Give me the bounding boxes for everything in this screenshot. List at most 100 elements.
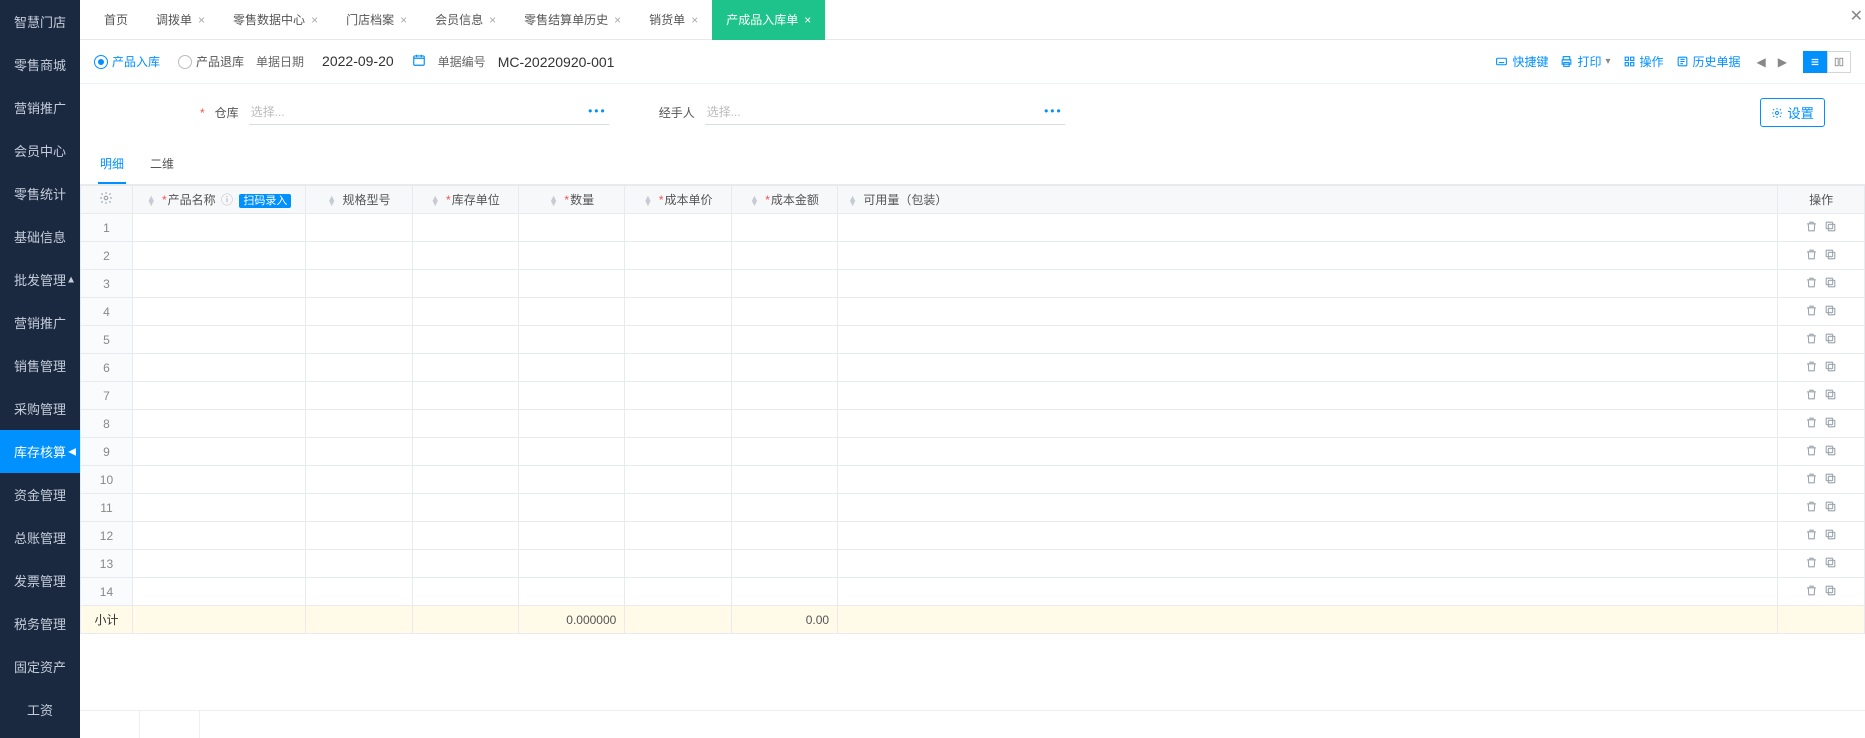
cell-price[interactable] (625, 522, 731, 550)
sidebar-item[interactable]: 税务管理 (0, 602, 80, 645)
cell-unit[interactable] (412, 354, 518, 382)
tab[interactable]: 销货单× (635, 0, 712, 40)
cell-amount[interactable] (731, 466, 837, 494)
radio-product-out[interactable]: 产品退库 (178, 53, 244, 70)
delete-row-icon[interactable] (1805, 362, 1818, 376)
cell-name[interactable] (132, 438, 305, 466)
copy-row-icon[interactable] (1824, 306, 1837, 320)
delete-row-icon[interactable] (1805, 278, 1818, 292)
cell-name[interactable] (132, 326, 305, 354)
cell-unit[interactable] (412, 242, 518, 270)
sidebar-item[interactable]: 采购管理 (0, 387, 80, 430)
cell-amount[interactable] (731, 326, 837, 354)
sidebar-item[interactable]: 营销推广 (0, 301, 80, 344)
next-doc-icon[interactable]: ▶ (1774, 53, 1791, 71)
cell-unit[interactable] (412, 578, 518, 606)
cell-amount[interactable] (731, 214, 837, 242)
cell-qty[interactable] (518, 494, 624, 522)
delete-row-icon[interactable] (1805, 502, 1818, 516)
copy-row-icon[interactable] (1824, 390, 1837, 404)
copy-row-icon[interactable] (1824, 362, 1837, 376)
scan-badge[interactable]: 扫码录入 (239, 194, 291, 208)
date-value[interactable]: 2022-09-20 (316, 53, 400, 70)
sidebar-item[interactable]: 营销推广 (0, 86, 80, 129)
delete-row-icon[interactable] (1805, 418, 1818, 432)
view-list-button[interactable] (1803, 51, 1827, 73)
copy-row-icon[interactable] (1824, 446, 1837, 460)
cell-unit[interactable] (412, 550, 518, 578)
copy-row-icon[interactable] (1824, 502, 1837, 516)
table-row[interactable]: 7 (81, 382, 1865, 410)
cell-name[interactable] (132, 494, 305, 522)
cell-name[interactable] (132, 466, 305, 494)
warehouse-select[interactable]: 选择... ••• (249, 101, 609, 125)
cell-qty[interactable] (518, 438, 624, 466)
cell-unit[interactable] (412, 270, 518, 298)
cell-spec[interactable] (306, 410, 412, 438)
cell-price[interactable] (625, 270, 731, 298)
cell-unit[interactable] (412, 298, 518, 326)
copy-row-icon[interactable] (1824, 334, 1837, 348)
table-row[interactable]: 6 (81, 354, 1865, 382)
cell-spec[interactable] (306, 438, 412, 466)
cell-avail[interactable] (838, 298, 1778, 326)
sidebar-item[interactable]: 零售商城 (0, 43, 80, 86)
delete-row-icon[interactable] (1805, 530, 1818, 544)
close-icon[interactable]: × (614, 13, 621, 27)
cell-unit[interactable] (412, 410, 518, 438)
copy-row-icon[interactable] (1824, 418, 1837, 432)
cell-qty[interactable] (518, 242, 624, 270)
cell-name[interactable] (132, 270, 305, 298)
close-icon[interactable]: × (198, 13, 205, 27)
cell-spec[interactable] (306, 578, 412, 606)
cell-unit[interactable] (412, 326, 518, 354)
sidebar-item[interactable]: 零售统计 (0, 172, 80, 215)
radio-product-in[interactable]: 产品入库 (94, 53, 160, 70)
cell-spec[interactable] (306, 466, 412, 494)
cell-qty[interactable] (518, 270, 624, 298)
sidebar-item[interactable]: 资金管理 (0, 473, 80, 516)
delete-row-icon[interactable] (1805, 334, 1818, 348)
cell-amount[interactable] (731, 410, 837, 438)
cell-avail[interactable] (838, 270, 1778, 298)
cell-amount[interactable] (731, 438, 837, 466)
copy-row-icon[interactable] (1824, 278, 1837, 292)
delete-row-icon[interactable] (1805, 474, 1818, 488)
cell-price[interactable] (625, 438, 731, 466)
copy-row-icon[interactable] (1824, 530, 1837, 544)
cell-unit[interactable] (412, 522, 518, 550)
subtab-2d[interactable]: 二维 (148, 145, 176, 184)
tab[interactable]: 产成品入库单× (712, 0, 825, 40)
cell-price[interactable] (625, 550, 731, 578)
gear-header[interactable] (81, 186, 133, 214)
cell-amount[interactable] (731, 522, 837, 550)
table-row[interactable]: 5 (81, 326, 1865, 354)
table-row[interactable]: 9 (81, 438, 1865, 466)
cell-unit[interactable] (412, 382, 518, 410)
cell-price[interactable] (625, 578, 731, 606)
sidebar-item[interactable]: 固定资产 (0, 645, 80, 688)
subtab-detail[interactable]: 明细 (98, 145, 126, 184)
cell-spec[interactable] (306, 214, 412, 242)
cell-price[interactable] (625, 354, 731, 382)
cell-amount[interactable] (731, 550, 837, 578)
copy-row-icon[interactable] (1824, 222, 1837, 236)
cell-avail[interactable] (838, 410, 1778, 438)
sidebar-item[interactable]: 发票管理 (0, 559, 80, 602)
close-all-icon[interactable]: ✕ (1850, 6, 1863, 26)
cell-spec[interactable] (306, 382, 412, 410)
table-row[interactable]: 8 (81, 410, 1865, 438)
cell-spec[interactable] (306, 326, 412, 354)
col-product-name[interactable]: ▲▼ *产品名称 ⓘ 扫码录入 (132, 186, 305, 214)
cell-avail[interactable] (838, 214, 1778, 242)
cell-spec[interactable] (306, 270, 412, 298)
cell-spec[interactable] (306, 550, 412, 578)
col-unit[interactable]: ▲▼ *库存单位 (412, 186, 518, 214)
cell-qty[interactable] (518, 326, 624, 354)
table-row[interactable]: 11 (81, 494, 1865, 522)
close-icon[interactable]: × (804, 13, 811, 27)
cell-unit[interactable] (412, 494, 518, 522)
cell-amount[interactable] (731, 354, 837, 382)
col-available[interactable]: ▲▼ 可用量（包装） (838, 186, 1778, 214)
cell-avail[interactable] (838, 494, 1778, 522)
